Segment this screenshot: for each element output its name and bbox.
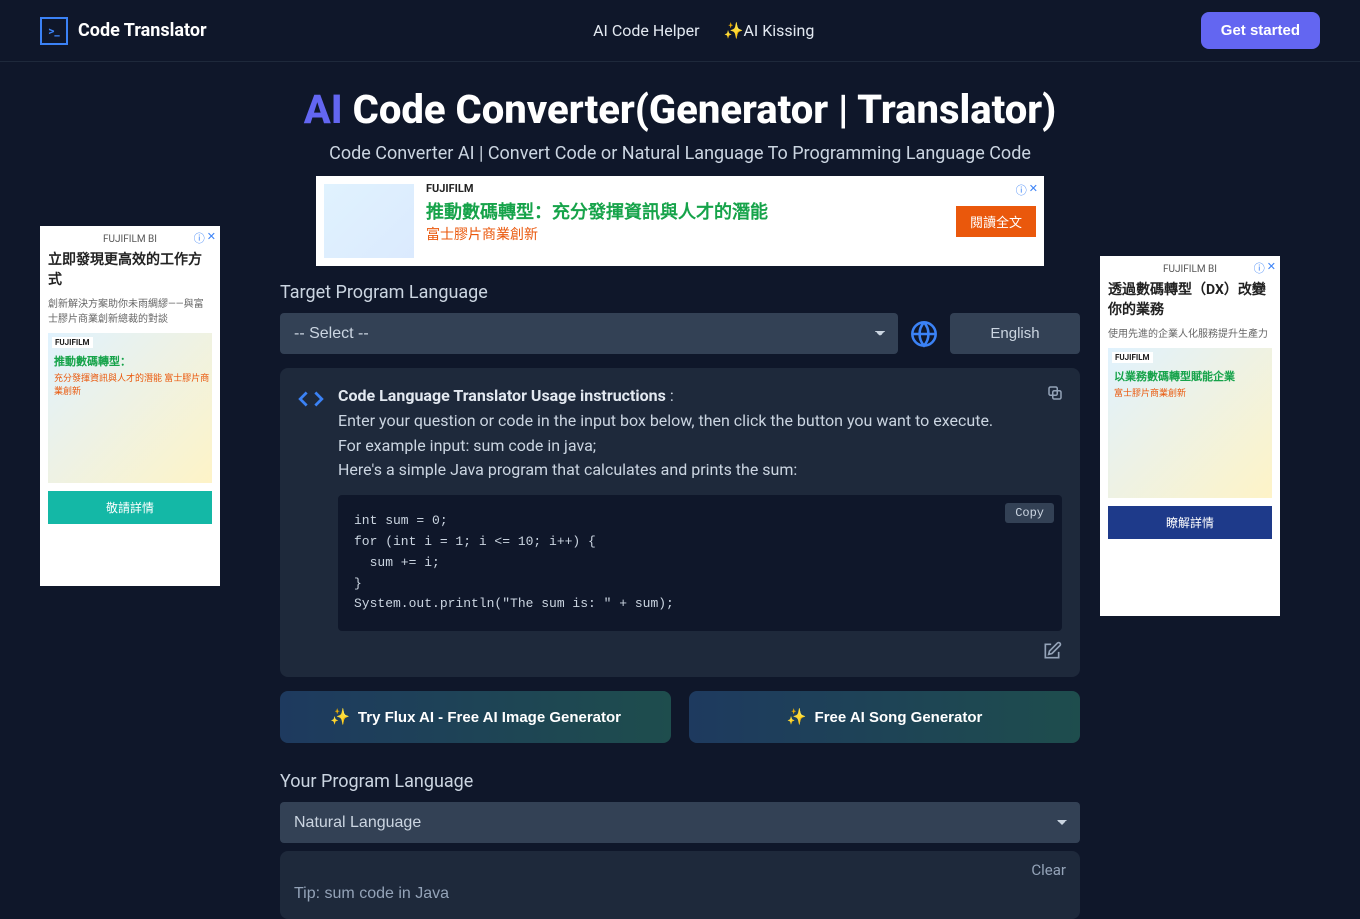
your-language-select[interactable]: Natural Language	[280, 802, 1080, 843]
ad-banner-line2: 富士膠片商業創新	[426, 224, 956, 244]
target-language-label: Target Program Language	[280, 282, 1080, 303]
ad-banner-close-icon[interactable]: ⓘ✕	[1016, 182, 1038, 198]
ad-right-sidebar[interactable]: ⓘ✕ FUJIFILM BI 透過數碼轉型（DX）改變你的業務 使用先進的企業人…	[1100, 256, 1280, 616]
target-language-select[interactable]: -- Select --	[280, 313, 898, 354]
ad-banner-brand: FUJIFILM	[426, 182, 474, 195]
ad-close-icon[interactable]: ⓘ✕	[1254, 260, 1276, 276]
nav-center: AI Code Helper ✨AI Kissing	[593, 21, 814, 40]
sparkle-icon: ✨	[787, 707, 807, 727]
code-input[interactable]	[294, 885, 1066, 903]
promo-song-button[interactable]: ✨ Free AI Song Generator	[689, 691, 1080, 743]
edit-icon[interactable]	[1042, 641, 1062, 661]
sparkle-icon: ✨	[330, 707, 350, 727]
page-title: AI Code Converter(Generator | Translator…	[0, 86, 1360, 133]
get-started-button[interactable]: Get started	[1201, 12, 1320, 49]
input-panel: Clear	[280, 851, 1080, 919]
your-language-label: Your Program Language	[280, 771, 1080, 792]
title-rest: Code Converter(Generator | Translator)	[343, 86, 1057, 133]
title-ai-prefix: AI	[304, 86, 343, 133]
ad-badge: FUJIFILM BI	[48, 234, 212, 245]
ad-left-cta[interactable]: 敬請詳情	[48, 491, 212, 524]
instructions-panel: Code Language Translator Usage instructi…	[280, 368, 1080, 677]
ad-banner-graphic	[324, 184, 414, 258]
ad-left-image: 推動數碼轉型： 充分發揮資訊與人才的潛能 富士膠片商業創新	[48, 333, 212, 483]
promo-flux-button[interactable]: ✨ Try Flux AI - Free AI Image Generator	[280, 691, 671, 743]
ad-left-desc: 創新解決方案助你未雨綢繆——與富士膠片商業創新總裁的對談	[48, 295, 212, 325]
instructions-heading: Code Language Translator Usage instructi…	[338, 386, 666, 405]
page-subtitle: Code Converter AI | Convert Code or Natu…	[0, 143, 1360, 164]
code-sample-text: int sum = 0; for (int i = 1; i <= 10; i+…	[354, 513, 674, 611]
ad-right-cta[interactable]: 瞭解詳情	[1108, 506, 1272, 539]
instructions-line1: Enter your question or code in the input…	[338, 411, 993, 430]
ad-badge: FUJIFILM BI	[1108, 264, 1272, 275]
logo-group[interactable]: >_ Code Translator	[40, 17, 207, 45]
ad-top-banner[interactable]: FUJIFILM 推動數碼轉型：充分發揮資訊與人才的潛能 富士膠片商業創新 閱讀…	[316, 176, 1044, 266]
locale-select[interactable]: English	[950, 313, 1080, 354]
ad-close-icon[interactable]: ⓘ✕	[194, 230, 216, 246]
code-icon	[298, 386, 324, 631]
terminal-icon: >_	[40, 17, 68, 45]
ad-left-title: 立即發現更高效的工作方式	[48, 249, 212, 289]
ad-right-desc: 使用先進的企業人化服務提升生產力	[1108, 325, 1272, 340]
instructions-line2: For example input: sum code in java;	[338, 436, 596, 455]
ad-right-image: 以業務數碼轉型賦能企業 富士膠片商業創新	[1108, 348, 1272, 498]
nav-ai-code-helper[interactable]: AI Code Helper	[593, 21, 699, 40]
copy-code-button[interactable]: Copy	[1005, 503, 1054, 523]
code-sample-block: Copy int sum = 0; for (int i = 1; i <= 10…	[338, 495, 1062, 631]
clear-button[interactable]: Clear	[294, 861, 1066, 879]
nav-ai-kissing[interactable]: ✨AI Kissing	[724, 21, 815, 40]
instructions-line3: Here's a simple Java program that calcul…	[338, 460, 797, 479]
ad-banner-cta[interactable]: 閱讀全文	[956, 206, 1036, 237]
logo-text: Code Translator	[78, 20, 207, 41]
copy-icon[interactable]	[1046, 384, 1064, 402]
ad-right-title: 透過數碼轉型（DX）改變你的業務	[1108, 279, 1272, 319]
globe-icon	[910, 320, 938, 348]
ad-left-sidebar[interactable]: ⓘ✕ FUJIFILM BI 立即發現更高效的工作方式 創新解決方案助你未雨綢繆…	[40, 226, 220, 586]
ad-banner-line1: 推動數碼轉型：充分發揮資訊與人才的潛能	[426, 198, 956, 224]
